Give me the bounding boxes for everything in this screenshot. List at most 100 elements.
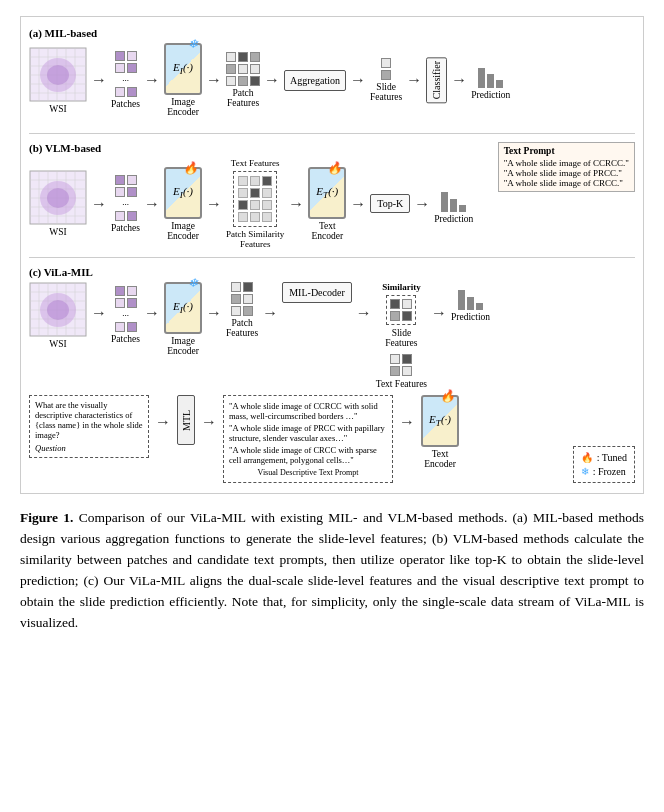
figure-caption: Figure 1. Comparison of our ViLa-MIL wit… bbox=[20, 508, 644, 634]
prediction-a-label: Prediction bbox=[471, 90, 510, 100]
mtl-box: MTL bbox=[177, 395, 195, 445]
question-sub-c: Question bbox=[35, 443, 143, 453]
feat-col-c1 bbox=[231, 282, 241, 316]
divider-ab bbox=[29, 133, 635, 134]
classifier-box: Classifier bbox=[426, 57, 447, 103]
arrow-a7: → bbox=[451, 71, 467, 89]
wsi-svg-b bbox=[29, 170, 87, 225]
text-prompt-item-3: "A whole slide image of CRCC." bbox=[504, 178, 629, 188]
text-features-c-label: Text Features bbox=[376, 379, 427, 389]
encoder-func-b: EI(·) bbox=[173, 185, 193, 200]
arrow-c9: → bbox=[399, 413, 415, 431]
flame-icon-tb: 🔥 bbox=[327, 161, 342, 176]
patch-sq bbox=[127, 187, 137, 197]
wsi-c: WSI bbox=[29, 282, 87, 349]
bar-a2 bbox=[487, 74, 494, 88]
patch-row-c3 bbox=[115, 322, 137, 332]
svg-point-25 bbox=[47, 188, 69, 208]
patches-a: ··· Patches bbox=[111, 51, 140, 109]
feat-sq bbox=[402, 311, 412, 321]
encoder-box-c: ❄ EI(·) bbox=[164, 282, 202, 334]
section-c-label: (c) ViLa-MIL bbox=[29, 266, 635, 278]
arrow-b3: → bbox=[206, 195, 222, 213]
patch-sim-b: Text Features bbox=[226, 158, 284, 249]
mil-decoder-box: MIL-Decoder bbox=[282, 282, 352, 303]
feat-sq bbox=[250, 64, 260, 74]
sim-sq bbox=[262, 200, 272, 210]
vtp-item-3: "A whole slide image of CRCC with sparse… bbox=[229, 445, 387, 465]
bar-c2 bbox=[467, 297, 474, 310]
topk-b: Top-K bbox=[370, 194, 410, 213]
text-encoder-box-b: 🔥 ET(·) bbox=[308, 167, 346, 219]
patch-row-c2 bbox=[115, 298, 137, 308]
bar-b3 bbox=[459, 205, 466, 212]
slide-features-a: SlideFeatures bbox=[370, 58, 402, 102]
feat-sq bbox=[381, 70, 391, 80]
encoder-a: ❄ EI(·) ImageEncoder bbox=[164, 43, 202, 117]
feat-sq bbox=[390, 354, 400, 364]
feat-sq bbox=[231, 282, 241, 292]
mtl-c: MTL bbox=[177, 395, 195, 445]
patch-sq bbox=[127, 87, 137, 97]
snowflake-icon-legend: ❄ bbox=[581, 466, 589, 477]
encoder-func-c: EI(·) bbox=[173, 300, 193, 315]
question-box-c: What are the visually descriptive charac… bbox=[29, 395, 149, 458]
sim-sq bbox=[250, 188, 260, 198]
text-encoder-box-c: 🔥 ET(·) bbox=[421, 395, 459, 447]
feat-sq bbox=[238, 64, 248, 74]
bar-chart-b bbox=[441, 184, 466, 212]
mil-decoder-c: MIL-Decoder bbox=[282, 282, 352, 303]
arrow-b4: → bbox=[288, 195, 304, 213]
text-encoder-b-label: TextEncoder bbox=[311, 221, 343, 241]
flame-icon-b: 🔥 bbox=[183, 161, 198, 176]
sim-row-b4 bbox=[238, 212, 272, 222]
patches-c: ··· Patches bbox=[111, 286, 140, 344]
arrow-c7: → bbox=[155, 413, 171, 431]
patch-sq bbox=[127, 51, 137, 61]
svg-point-12 bbox=[47, 65, 69, 85]
encoder-b-label: ImageEncoder bbox=[167, 221, 199, 241]
feat-sq bbox=[402, 299, 412, 309]
row-a: WSI → ··· bbox=[29, 43, 635, 117]
sim-sq bbox=[250, 212, 260, 222]
arrow-a3: → bbox=[206, 71, 222, 89]
arrow-c3: → bbox=[206, 304, 222, 322]
sim-sq bbox=[238, 212, 248, 222]
svg-point-38 bbox=[47, 300, 69, 320]
patch-sq bbox=[115, 175, 125, 185]
patch-row-b2 bbox=[115, 187, 137, 197]
feat-col-c2 bbox=[243, 282, 253, 316]
feat-sq bbox=[250, 76, 260, 86]
aggregation-a: Aggregation bbox=[284, 70, 346, 91]
feat-sq bbox=[231, 306, 241, 316]
arrow-a1: → bbox=[91, 71, 107, 89]
patches-c-label: Patches bbox=[111, 334, 140, 344]
slide-feat-dashed-c bbox=[386, 295, 416, 325]
legend-frozen: ❄ : Frozen bbox=[581, 466, 627, 477]
patch-sq bbox=[115, 87, 125, 97]
text-prompt-item-2: "A whole slide image of PRCC." bbox=[504, 168, 629, 178]
patch-sq bbox=[115, 63, 125, 73]
slide-features-a-label: SlideFeatures bbox=[370, 82, 402, 102]
patch-sq bbox=[127, 211, 137, 221]
patches-b: ··· Patches bbox=[111, 175, 140, 233]
bar-b1 bbox=[441, 192, 448, 212]
flame-icon-legend: 🔥 bbox=[581, 452, 593, 463]
patch-sq bbox=[115, 286, 125, 296]
patch-sq bbox=[115, 211, 125, 221]
arrow-a4: → bbox=[264, 71, 280, 89]
text-prompt-item-1: "A whole slide image of CCRCC." bbox=[504, 158, 629, 168]
bar-chart-c bbox=[458, 282, 483, 310]
feat-sq bbox=[238, 76, 248, 86]
arrow-b2: → bbox=[144, 195, 160, 213]
text-encoder-func-c: ET(·) bbox=[429, 413, 451, 428]
arrow-a2: → bbox=[144, 71, 160, 89]
bar-chart-a bbox=[478, 60, 503, 88]
arrow-c4: → bbox=[262, 304, 278, 322]
dots-c: ··· bbox=[122, 310, 129, 320]
divider-bc bbox=[29, 257, 635, 258]
sim-sq bbox=[238, 188, 248, 198]
tf-row2 bbox=[390, 366, 412, 376]
text-encoder-b: 🔥 ET(·) TextEncoder bbox=[308, 167, 346, 241]
patch-row-a3 bbox=[115, 87, 137, 97]
